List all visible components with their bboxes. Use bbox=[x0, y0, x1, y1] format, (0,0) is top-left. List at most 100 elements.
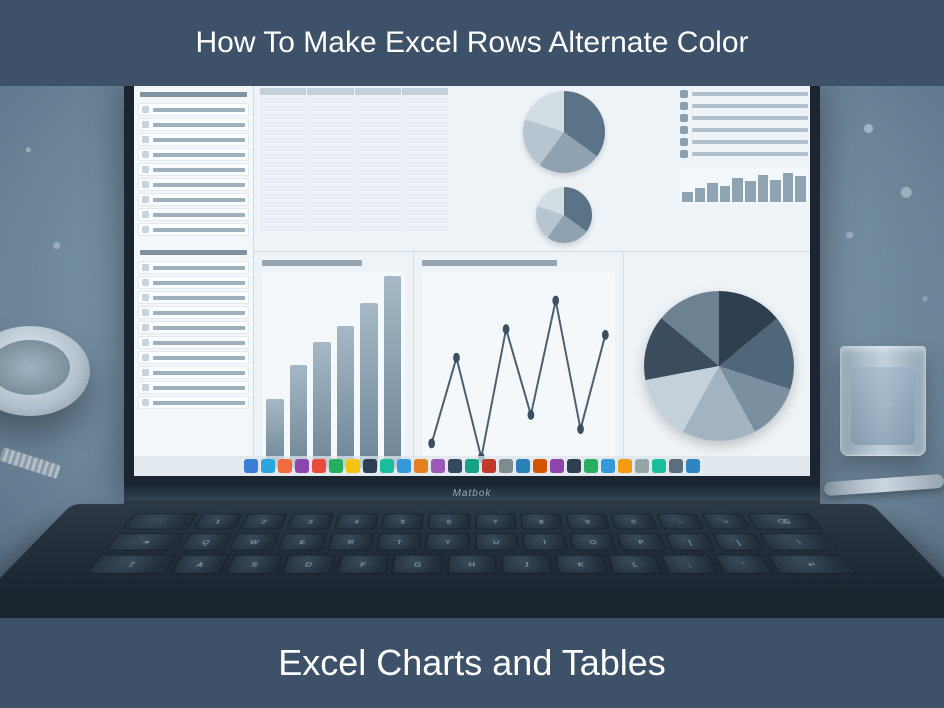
keyboard-key[interactable]: S bbox=[225, 555, 282, 574]
sidebar-item[interactable] bbox=[138, 118, 249, 131]
table-cell bbox=[355, 184, 401, 191]
keyboard-key[interactable]: = bbox=[701, 514, 751, 530]
sidebar-item[interactable] bbox=[138, 103, 249, 116]
sidebar-item[interactable] bbox=[138, 208, 249, 221]
dock-app-icon[interactable] bbox=[516, 459, 530, 473]
keyboard-key[interactable]: D bbox=[281, 555, 336, 574]
sidebar-item[interactable] bbox=[138, 193, 249, 206]
keyboard-key[interactable]: G bbox=[392, 555, 443, 574]
keyboard-key[interactable]: 9 bbox=[565, 514, 610, 530]
sidebar-item[interactable] bbox=[138, 223, 249, 236]
pie-chart-icon bbox=[536, 187, 592, 243]
keyboard-key[interactable]: H bbox=[447, 555, 497, 574]
dock-app-icon[interactable] bbox=[601, 459, 615, 473]
sidebar-item[interactable] bbox=[138, 163, 249, 176]
sidebar-item[interactable] bbox=[138, 396, 249, 409]
keyboard-key[interactable]: 1 bbox=[192, 514, 242, 530]
dock-app-icon[interactable] bbox=[244, 459, 258, 473]
dock-app-icon[interactable] bbox=[584, 459, 598, 473]
dock-app-icon[interactable] bbox=[533, 459, 547, 473]
keyboard-key[interactable]: 8 bbox=[520, 514, 564, 530]
dock-app-icon[interactable] bbox=[261, 459, 275, 473]
keyboard-key[interactable]: ` bbox=[122, 514, 198, 530]
ruler bbox=[0, 447, 61, 479]
keyboard-key[interactable]: I bbox=[522, 533, 568, 550]
sidebar-item[interactable] bbox=[138, 336, 249, 349]
keyboard-key[interactable]: ] bbox=[712, 533, 765, 550]
dock-app-icon[interactable] bbox=[550, 459, 564, 473]
keyboard-key[interactable]: 6 bbox=[428, 514, 470, 530]
keyboard-key[interactable]: ⌫ bbox=[746, 514, 822, 530]
sidebar-item[interactable] bbox=[138, 351, 249, 364]
dock-app-icon[interactable] bbox=[635, 459, 649, 473]
keyboard-key[interactable]: P bbox=[617, 533, 666, 550]
keyboard-key[interactable]: U bbox=[475, 533, 519, 550]
table-cell bbox=[260, 216, 306, 223]
dock-app-icon[interactable] bbox=[618, 459, 632, 473]
dock-app-icon[interactable] bbox=[465, 459, 479, 473]
keyboard-key[interactable]: 5 bbox=[381, 514, 425, 530]
sidebar-item[interactable] bbox=[138, 306, 249, 319]
keyboard-key[interactable]: 2 bbox=[240, 514, 289, 530]
keyboard-key[interactable]: E bbox=[278, 533, 327, 550]
table-cell bbox=[402, 208, 448, 215]
dock-app-icon[interactable] bbox=[669, 459, 683, 473]
dock-app-icon[interactable] bbox=[448, 459, 462, 473]
dock-app-icon[interactable] bbox=[499, 459, 513, 473]
sidebar-item[interactable] bbox=[138, 321, 249, 334]
keyboard-key[interactable]: T bbox=[376, 533, 422, 550]
keyboard-key[interactable]: ⇥ bbox=[105, 533, 185, 550]
dock-app-icon[interactable] bbox=[567, 459, 581, 473]
keyboard-key[interactable]: ⇪ bbox=[86, 555, 176, 574]
keyboard-key[interactable]: \ bbox=[759, 533, 839, 550]
keyboard-key[interactable]: O bbox=[570, 533, 618, 550]
keyboard-key[interactable]: 0 bbox=[611, 514, 658, 530]
dock-app-icon[interactable] bbox=[312, 459, 326, 473]
keyboard-key[interactable]: 3 bbox=[287, 514, 334, 530]
dock-app-icon[interactable] bbox=[278, 459, 292, 473]
dock-app-icon[interactable] bbox=[482, 459, 496, 473]
keyboard-key[interactable]: Q bbox=[179, 533, 232, 550]
keyboard-key[interactable]: ; bbox=[661, 555, 718, 574]
table-cell bbox=[355, 88, 401, 95]
dock-app-icon[interactable] bbox=[431, 459, 445, 473]
table-cell bbox=[307, 136, 353, 143]
table-cell bbox=[355, 128, 401, 135]
dock-app-icon[interactable] bbox=[686, 459, 700, 473]
keyboard-key[interactable]: F bbox=[336, 555, 389, 574]
keyboard-key[interactable]: 4 bbox=[334, 514, 379, 530]
sidebar-item[interactable] bbox=[138, 276, 249, 289]
keyboard-key[interactable]: ↵ bbox=[768, 555, 858, 574]
dock-app-icon[interactable] bbox=[346, 459, 360, 473]
dock-app-icon[interactable] bbox=[380, 459, 394, 473]
sidebar-item[interactable] bbox=[138, 133, 249, 146]
sidebar-item[interactable] bbox=[138, 291, 249, 304]
keyboard-key[interactable]: W bbox=[228, 533, 279, 550]
keyboard-key[interactable]: R bbox=[327, 533, 375, 550]
dock-app-icon[interactable] bbox=[295, 459, 309, 473]
sidebar-item[interactable] bbox=[138, 148, 249, 161]
keyboard-key[interactable]: [ bbox=[664, 533, 715, 550]
keyboard-key[interactable]: Y bbox=[425, 533, 469, 550]
dock-app-icon[interactable] bbox=[329, 459, 343, 473]
dock-app-icon[interactable] bbox=[363, 459, 377, 473]
laptop-keyboard: `1234567890-=⌫ ⇥QWERTYUIOP[]\ ⇪ASDFGHJKL;'… bbox=[0, 504, 944, 618]
keyboard-key[interactable]: A bbox=[170, 555, 230, 574]
sidebar-item[interactable] bbox=[138, 261, 249, 274]
legend-item bbox=[680, 114, 808, 122]
table-cell bbox=[355, 144, 401, 151]
table-cell bbox=[402, 184, 448, 191]
keyboard-key[interactable]: L bbox=[608, 555, 663, 574]
keyboard-key[interactable]: K bbox=[555, 555, 608, 574]
sidebar-item[interactable] bbox=[138, 178, 249, 191]
dock-app-icon[interactable] bbox=[397, 459, 411, 473]
keyboard-key[interactable]: - bbox=[656, 514, 705, 530]
dock-app-icon[interactable] bbox=[414, 459, 428, 473]
keyboard-key[interactable]: J bbox=[501, 555, 552, 574]
sidebar-item[interactable] bbox=[138, 366, 249, 379]
sidebar-item[interactable] bbox=[138, 381, 249, 394]
keyboard-key[interactable]: 7 bbox=[475, 514, 517, 530]
dock-app-icon[interactable] bbox=[652, 459, 666, 473]
keyboard-key[interactable]: ' bbox=[714, 555, 774, 574]
table-cell bbox=[260, 88, 306, 95]
